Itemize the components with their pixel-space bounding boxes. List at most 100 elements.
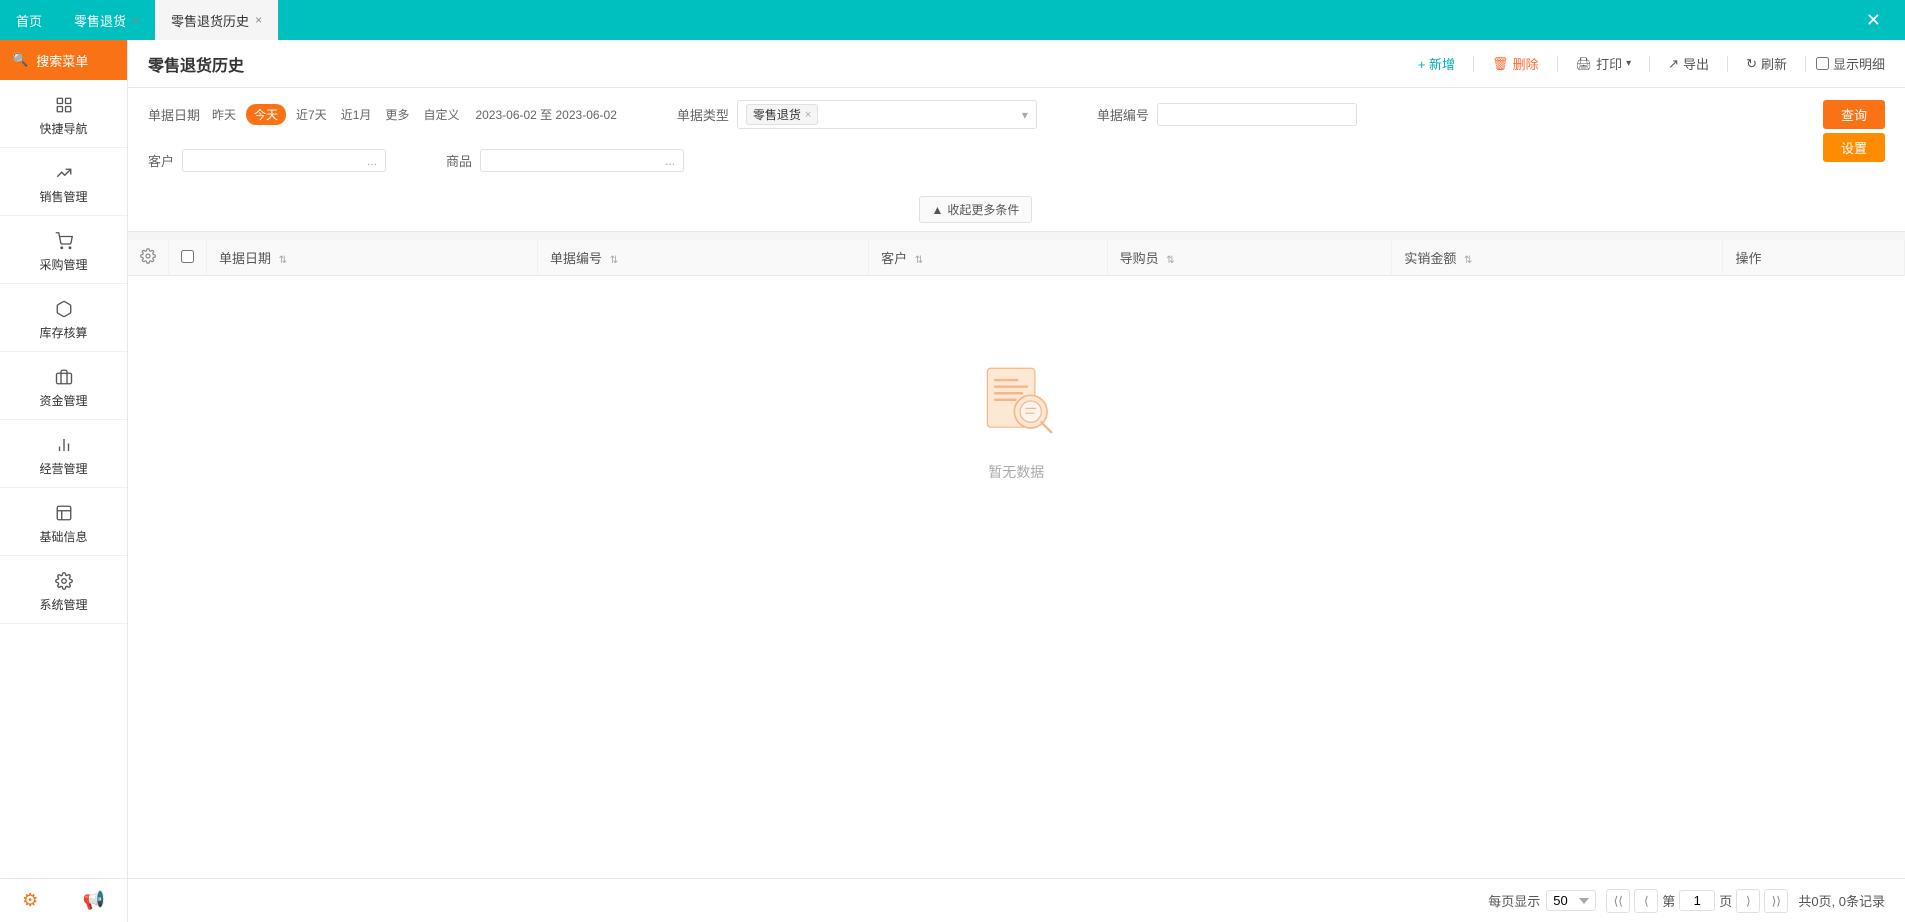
top-bar: 首页 零售退货 × 零售退货历史 × ✕ [0, 0, 1905, 40]
customer-label: 客户 [148, 151, 174, 170]
th-action: 操作 [1723, 240, 1905, 276]
select-all-checkbox[interactable] [181, 250, 194, 263]
date-opt-custom[interactable]: 自定义 [419, 104, 463, 125]
per-page-select[interactable]: 50 10 20 100 [1546, 890, 1596, 911]
tab-retail-return-close[interactable]: × [132, 13, 139, 27]
th-date[interactable]: 单据日期 ⇅ [207, 240, 538, 276]
finance-mgmt-icon [53, 366, 75, 388]
tab-retail-return-history-label: 零售退货历史 [171, 11, 249, 30]
sidebar-item-quick-nav[interactable]: 快捷导航 [0, 80, 127, 148]
goods-input-dots: ... [665, 154, 675, 168]
date-opt-more[interactable]: 更多 [381, 104, 413, 125]
next-page-button[interactable]: ⟩ [1736, 889, 1760, 913]
total-info: 共0页, 0条记录 [1798, 891, 1885, 910]
refresh-button[interactable]: ↻ 刷新 [1738, 50, 1795, 77]
sidebar-volume-icon[interactable]: 📢 [82, 890, 104, 911]
first-page-button[interactable]: ⟨⟨ [1606, 889, 1630, 913]
filter-settings-button[interactable]: 设置 [1823, 133, 1885, 162]
collapse-filter-button[interactable]: ▲ 收起更多条件 [919, 196, 1033, 223]
filter-area: 单据日期 昨天 今天 近7天 近1月 更多 自定义 2023-06-02 至 2… [128, 88, 1905, 232]
sidebar-item-quick-nav-label: 快捷导航 [39, 120, 87, 137]
page-actions: + 新增 🗑 删除 🖨 打印 ▾ ↗ 导出 [1410, 50, 1885, 77]
th-voucher-no-sort-icon: ⇅ [610, 255, 618, 266]
filter-row-full: 单据日期 昨天 今天 近7天 近1月 更多 自定义 2023-06-02 至 2… [148, 100, 1885, 223]
empty-icon [966, 356, 1066, 446]
print-button[interactable]: 🖨 打印 ▾ [1568, 50, 1640, 77]
basic-info-icon [53, 502, 75, 524]
page-label-prefix: 第 [1662, 891, 1675, 910]
show-detail-checkbox-label[interactable]: 显示明细 [1816, 54, 1885, 73]
query-button[interactable]: 查询 [1823, 100, 1885, 129]
sidebar-item-basic-info[interactable]: 基础信息 [0, 488, 127, 556]
page-number-input[interactable] [1679, 890, 1715, 911]
th-amount[interactable]: 实销金额 ⇅ [1392, 240, 1723, 276]
main-layout: 🔍 搜索菜单 快捷导航 销售管理 采购管理 [0, 40, 1905, 922]
divider5 [1805, 56, 1806, 72]
date-range-value: 2023-06-02 至 2023-06-02 [475, 106, 616, 123]
table-header-row: 单据日期 ⇅ 单据编号 ⇅ 客户 ⇅ 导购员 ⇅ [128, 240, 1905, 276]
empty-state-cell: 暂无数据 [128, 276, 1905, 543]
filter-cols: 单据日期 昨天 今天 近7天 近1月 更多 自定义 2023-06-02 至 2… [148, 100, 1803, 223]
empty-state: 暂无数据 [128, 276, 1905, 542]
customer-input[interactable] [191, 153, 367, 168]
sidebar-item-finance-mgmt-label: 资金管理 [39, 392, 87, 409]
query-settings-buttons: 查询 设置 [1823, 100, 1885, 162]
filter-group-voucher-no: 单据编号 [1097, 103, 1357, 126]
th-customer[interactable]: 客户 ⇅ [869, 240, 1108, 276]
th-guide[interactable]: 导购员 ⇅ [1107, 240, 1392, 276]
last-page-button[interactable]: ⟩⟩ [1764, 889, 1788, 913]
collapse-btn-row: ▲ 收起更多条件 [148, 192, 1803, 223]
new-button[interactable]: + 新增 [1410, 50, 1463, 77]
print-dropdown-icon: ▾ [1626, 58, 1631, 69]
window-close-button[interactable]: ✕ [1858, 10, 1889, 31]
voucher-no-input[interactable] [1166, 107, 1348, 122]
sidebar-search-button[interactable]: 🔍 搜索菜单 [0, 40, 127, 80]
voucher-type-select[interactable]: 零售退货 × ▾ [737, 100, 1037, 129]
sidebar-item-sys-mgmt[interactable]: 系统管理 [0, 556, 127, 624]
divider4 [1727, 56, 1728, 72]
th-date-sort-icon: ⇅ [279, 255, 287, 266]
tab-home-label: 首页 [16, 11, 42, 30]
divider [1473, 56, 1474, 72]
delete-button[interactable]: 🗑 删除 [1484, 50, 1547, 77]
filter-row-2: 客户 ... 商品 ... [148, 149, 1803, 172]
table-area: 单据日期 ⇅ 单据编号 ⇅ 客户 ⇅ 导购员 ⇅ [128, 240, 1905, 878]
voucher-no-input-wrapper [1157, 103, 1357, 126]
date-opt-today[interactable]: 今天 [246, 104, 286, 125]
voucher-type-tag-close[interactable]: × [805, 109, 811, 121]
divider2 [1557, 56, 1558, 72]
sidebar-item-sales-mgmt[interactable]: 销售管理 [0, 148, 127, 216]
th-settings[interactable] [128, 240, 169, 276]
purchase-mgmt-icon [53, 230, 75, 252]
th-checkbox[interactable] [169, 240, 207, 276]
goods-input[interactable] [489, 153, 665, 168]
sidebar: 🔍 搜索菜单 快捷导航 销售管理 采购管理 [0, 40, 128, 922]
sidebar-item-inventory-label: 库存核算 [39, 324, 87, 341]
filter-group-date: 单据日期 昨天 今天 近7天 近1月 更多 自定义 2023-06-02 至 2… [148, 104, 617, 125]
page-header: 零售退货历史 + 新增 🗑 删除 🖨 打印 ▾ ↗ 导出 [128, 40, 1905, 88]
tab-home[interactable]: 首页 [0, 0, 58, 40]
date-opt-yesterday[interactable]: 昨天 [208, 104, 240, 125]
export-button[interactable]: ↗ 导出 [1660, 50, 1717, 77]
show-detail-checkbox[interactable] [1816, 57, 1829, 70]
tab-retail-return-history[interactable]: 零售退货历史 × [155, 0, 278, 40]
goods-input-wrapper: ... [480, 149, 684, 172]
tab-retail-return[interactable]: 零售退货 × [58, 0, 155, 40]
search-icon: 🔍 [12, 52, 28, 68]
tab-retail-return-history-close[interactable]: × [255, 13, 262, 27]
sidebar-item-purchase-mgmt[interactable]: 采购管理 [0, 216, 127, 284]
sidebar-item-finance-mgmt[interactable]: 资金管理 [0, 352, 127, 420]
prev-page-button[interactable]: ⟨ [1634, 889, 1658, 913]
sidebar-settings-icon[interactable]: ⚙ [22, 890, 38, 911]
date-opt-1month[interactable]: 近1月 [337, 104, 376, 125]
sidebar-item-inventory[interactable]: 库存核算 [0, 284, 127, 352]
date-opt-7days[interactable]: 近7天 [292, 104, 331, 125]
voucher-no-label: 单据编号 [1097, 105, 1149, 124]
sidebar-item-purchase-mgmt-label: 采购管理 [39, 256, 87, 273]
th-voucher-no[interactable]: 单据编号 ⇅ [538, 240, 869, 276]
table-head: 单据日期 ⇅ 单据编号 ⇅ 客户 ⇅ 导购员 ⇅ [128, 240, 1905, 276]
sidebar-item-ops-mgmt[interactable]: 经营管理 [0, 420, 127, 488]
sidebar-search-label: 搜索菜单 [36, 51, 88, 70]
divider3 [1649, 56, 1650, 72]
quick-nav-icon [53, 94, 75, 116]
